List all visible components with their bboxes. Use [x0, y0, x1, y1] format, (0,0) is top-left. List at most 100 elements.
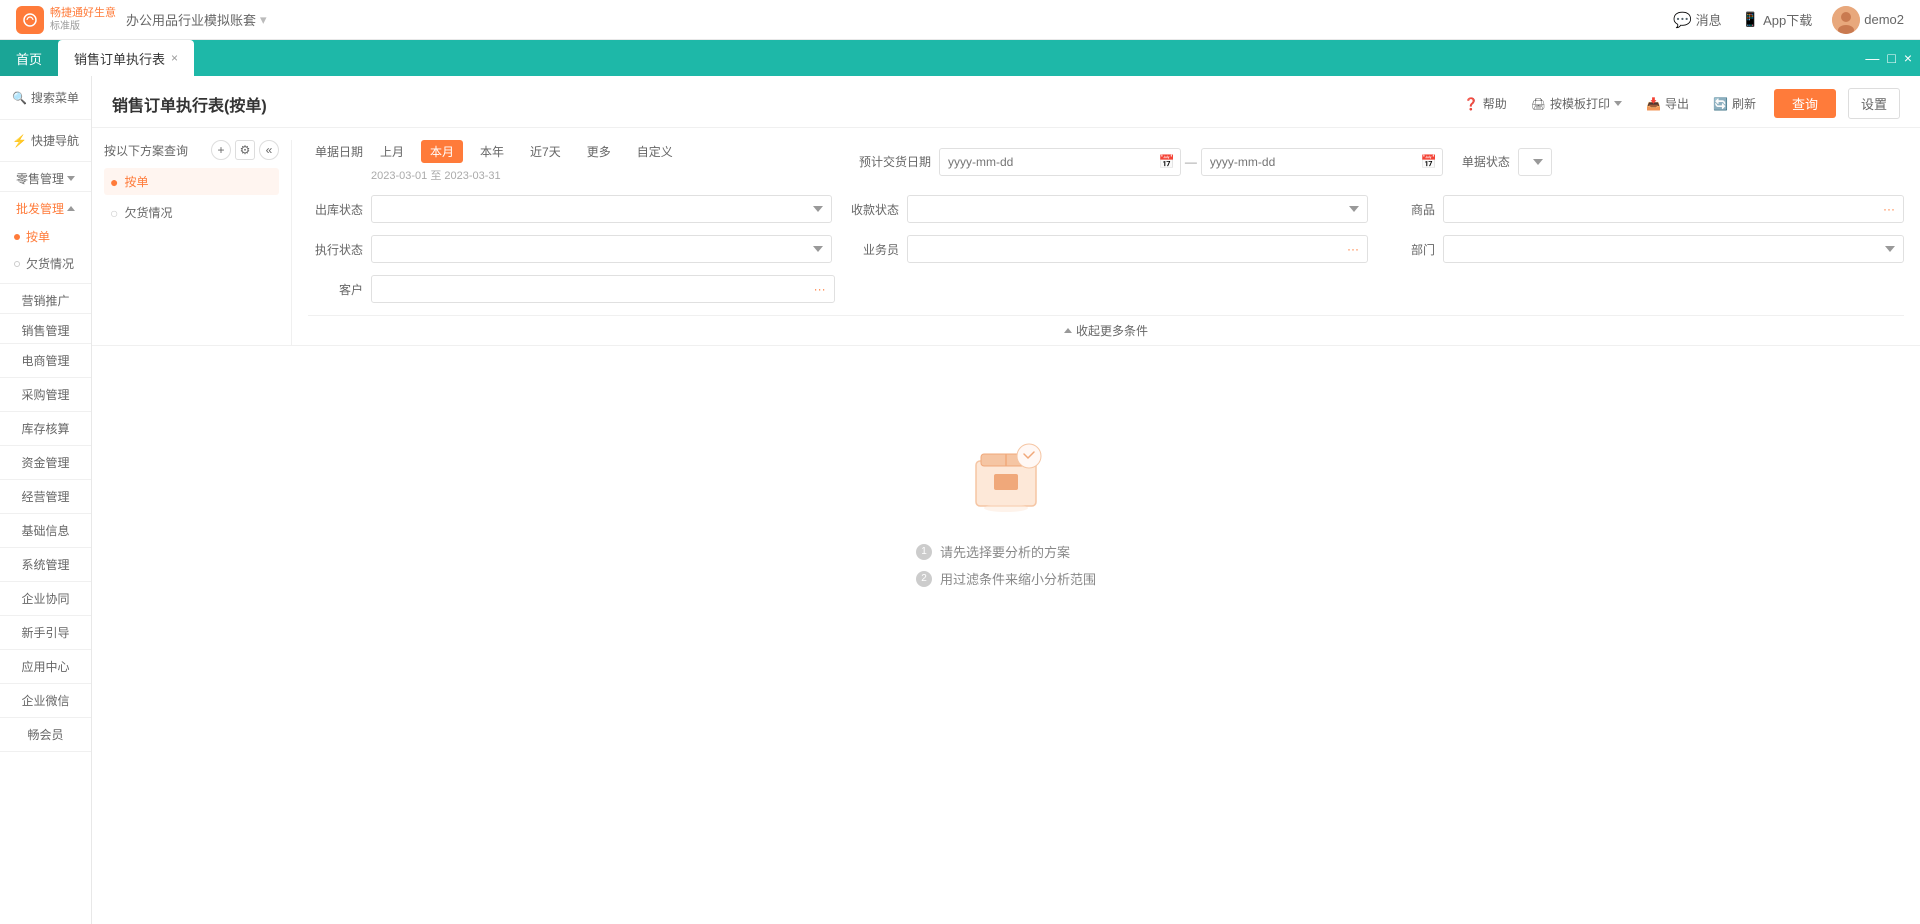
scheme-item-inactive[interactable]: ○ 欠货情况 [104, 199, 279, 226]
sidebar-item-purchase[interactable]: 采购管理 [0, 378, 91, 411]
sidebar-item-system[interactable]: 系统管理 [0, 548, 91, 581]
wholesale-sub-menu: 按单 欠货情况 [0, 221, 91, 283]
sidebar-section-wechat: 企业微信 [0, 684, 91, 718]
delivery-start-date[interactable] [939, 148, 1181, 176]
inactive-dot-icon [14, 261, 20, 267]
tab-close-icon[interactable]: × [171, 51, 178, 65]
scheme-item-active[interactable]: ● 按单 [104, 168, 279, 195]
scheme-panel-header: 按以下方案查询 + ⚙ « [104, 140, 279, 160]
page-content: 销售订单执行表(按单) ❓ 帮助 🖨 按模板打印 📥 导出 [92, 76, 1920, 924]
shipment-status-select[interactable] [371, 195, 832, 223]
tab-home[interactable]: 首页 [0, 40, 58, 76]
scheme-add-button[interactable]: + [211, 140, 231, 160]
help-button[interactable]: ❓ 帮助 [1458, 92, 1513, 115]
filter-row-2: 出库状态 收款状态 商品 [308, 195, 1904, 223]
export-button[interactable]: 📥 导出 [1640, 92, 1695, 115]
search-menu-button[interactable]: 🔍 搜索菜单 [8, 84, 83, 111]
sidebar-section-inventory: 库存核算 [0, 412, 91, 446]
collapse-filter-button[interactable]: 收起更多条件 [308, 315, 1904, 345]
sidebar-section-enterprise: 企业协同 [0, 582, 91, 616]
collection-status-select[interactable] [907, 195, 1368, 223]
sidebar-section-sales: 销售管理 [0, 314, 91, 344]
window-minimize[interactable]: — [1865, 50, 1879, 66]
sidebar-item-marketing[interactable]: 营销推广 [0, 284, 91, 313]
tab-active[interactable]: 销售订单执行表 × [58, 40, 194, 76]
empty-hints: 1 请先选择要分析的方案 2 用过滤条件来缩小分析范围 [916, 542, 1096, 588]
app-download-button[interactable]: 📱 App下载 [1742, 10, 1813, 29]
sidebar-section-newbie: 新手引导 [0, 616, 91, 650]
date-tag-7days[interactable]: 近7天 [521, 140, 570, 163]
empty-state: 1 请先选择要分析的方案 2 用过滤条件来缩小分析范围 [92, 346, 1920, 668]
empty-state-illustration [956, 426, 1056, 526]
sidebar: 🔍 搜索菜单 ⚡ 按单 快捷导航 零售管理 批发管理 [0, 76, 92, 924]
filter-scheme-panel: 按以下方案查询 + ⚙ « ● 按单 ○ 欠货情况 [92, 140, 292, 345]
query-button[interactable]: 查询 [1774, 89, 1836, 118]
user-menu[interactable]: demo2 [1832, 6, 1904, 34]
sidebar-item-finance[interactable]: 资金管理 [0, 446, 91, 479]
exec-status-select[interactable] [371, 235, 832, 263]
avatar [1832, 6, 1860, 34]
sidebar-section-vip: 畅会员 [0, 718, 91, 752]
department-select[interactable] [1443, 235, 1904, 263]
date-tag-this-year[interactable]: 本年 [471, 140, 513, 163]
breadcrumb: 办公用品行业模拟账套 ▾ [126, 10, 267, 29]
messages-button[interactable]: 💬 消息 [1673, 10, 1722, 29]
scheme-collapse-button[interactable]: « [259, 140, 279, 160]
logo-text: 畅捷通好生意 标准版 [50, 6, 116, 33]
sidebar-item-appstore[interactable]: 应用中心 [0, 650, 91, 683]
sidebar-item-sales[interactable]: 销售管理 [0, 314, 91, 343]
sidebar-item-enterprise[interactable]: 企业协同 [0, 582, 91, 615]
sidebar-search-area: 🔍 搜索菜单 [0, 76, 91, 120]
tab-bar: 首页 销售订单执行表 × — □ × [0, 40, 1920, 76]
goods-field: 商品 ··· [1380, 195, 1904, 223]
sidebar-section-appstore: 应用中心 [0, 650, 91, 684]
window-close-icon[interactable]: × [1904, 50, 1912, 66]
sidebar-sub-item-按单[interactable]: 按单 [0, 223, 91, 250]
sidebar-section-system: 系统管理 [0, 548, 91, 582]
settings-button[interactable]: 设置 [1848, 88, 1900, 119]
sidebar-section-retail: 零售管理 [0, 162, 91, 192]
sidebar-item-inventory[interactable]: 库存核算 [0, 412, 91, 445]
sidebar-item-ecommerce[interactable]: 电商管理 [0, 344, 91, 377]
sidebar-item-newbie[interactable]: 新手引导 [0, 616, 91, 649]
sidebar-item-quick-nav[interactable]: ⚡ 按单 快捷导航 [0, 126, 91, 155]
doc-status-select[interactable] [1518, 148, 1552, 176]
filter-area: 按以下方案查询 + ⚙ « ● 按单 ○ 欠货情况 [92, 128, 1920, 345]
quick-nav: ⚡ 按单 快捷导航 [0, 120, 91, 162]
window-maximize[interactable]: □ [1887, 50, 1895, 66]
refresh-button[interactable]: 🔄 刷新 [1707, 92, 1762, 115]
sidebar-item-basic[interactable]: 基础信息 [0, 514, 91, 547]
salesperson-selector[interactable]: ··· [907, 235, 1368, 263]
sidebar-item-vip[interactable]: 畅会员 [0, 718, 91, 751]
date-separator: — [1185, 155, 1197, 169]
filter-row-3: 执行状态 业务员 ··· 部门 [308, 235, 1904, 263]
wholesale-expand-icon [67, 206, 75, 211]
sidebar-item-retail[interactable]: 零售管理 [0, 162, 91, 191]
collection-status-field: 收款状态 [844, 195, 1368, 223]
goods-selector[interactable]: ··· [1443, 195, 1904, 223]
delivery-end-calendar-icon: 📅 [1421, 154, 1437, 170]
delivery-end-date[interactable] [1201, 148, 1443, 176]
sidebar-item-wechat[interactable]: 企业微信 [0, 684, 91, 717]
date-tag-custom[interactable]: 自定义 [628, 140, 682, 163]
page-title: 销售订单执行表(按单) [112, 92, 267, 116]
tab-bar-right: — □ × [1865, 50, 1920, 66]
date-tag-more[interactable]: 更多 [578, 140, 620, 163]
delivery-end-date-wrap: 📅 [1201, 148, 1443, 176]
sidebar-section-wholesale: 批发管理 按单 欠货情况 [0, 192, 91, 284]
delivery-start-date-wrap: 📅 [939, 148, 1181, 176]
customer-selector[interactable]: ··· [371, 275, 835, 303]
scheme-edit-button[interactable]: ⚙ [235, 140, 255, 160]
sidebar-sub-item-欠货情况[interactable]: 欠货情况 [0, 250, 91, 277]
sidebar-item-wholesale[interactable]: 批发管理 [0, 192, 91, 221]
print-button[interactable]: 🖨 按模板打印 [1525, 92, 1628, 115]
header-left: 畅捷通好生意 标准版 办公用品行业模拟账套 ▾ [16, 6, 267, 34]
date-tag-this-month[interactable]: 本月 [421, 140, 463, 163]
active-dot-icon [14, 234, 20, 240]
date-tag-last-month[interactable]: 上月 [371, 140, 413, 163]
content-area: 销售订单执行表(按单) ❓ 帮助 🖨 按模板打印 📥 导出 [92, 76, 1920, 924]
retail-expand-icon [67, 176, 75, 181]
sidebar-item-operations[interactable]: 经营管理 [0, 480, 91, 513]
empty-hint-2: 2 用过滤条件来缩小分析范围 [916, 569, 1096, 588]
delivery-date-range: 📅 — 📅 [939, 148, 1443, 176]
